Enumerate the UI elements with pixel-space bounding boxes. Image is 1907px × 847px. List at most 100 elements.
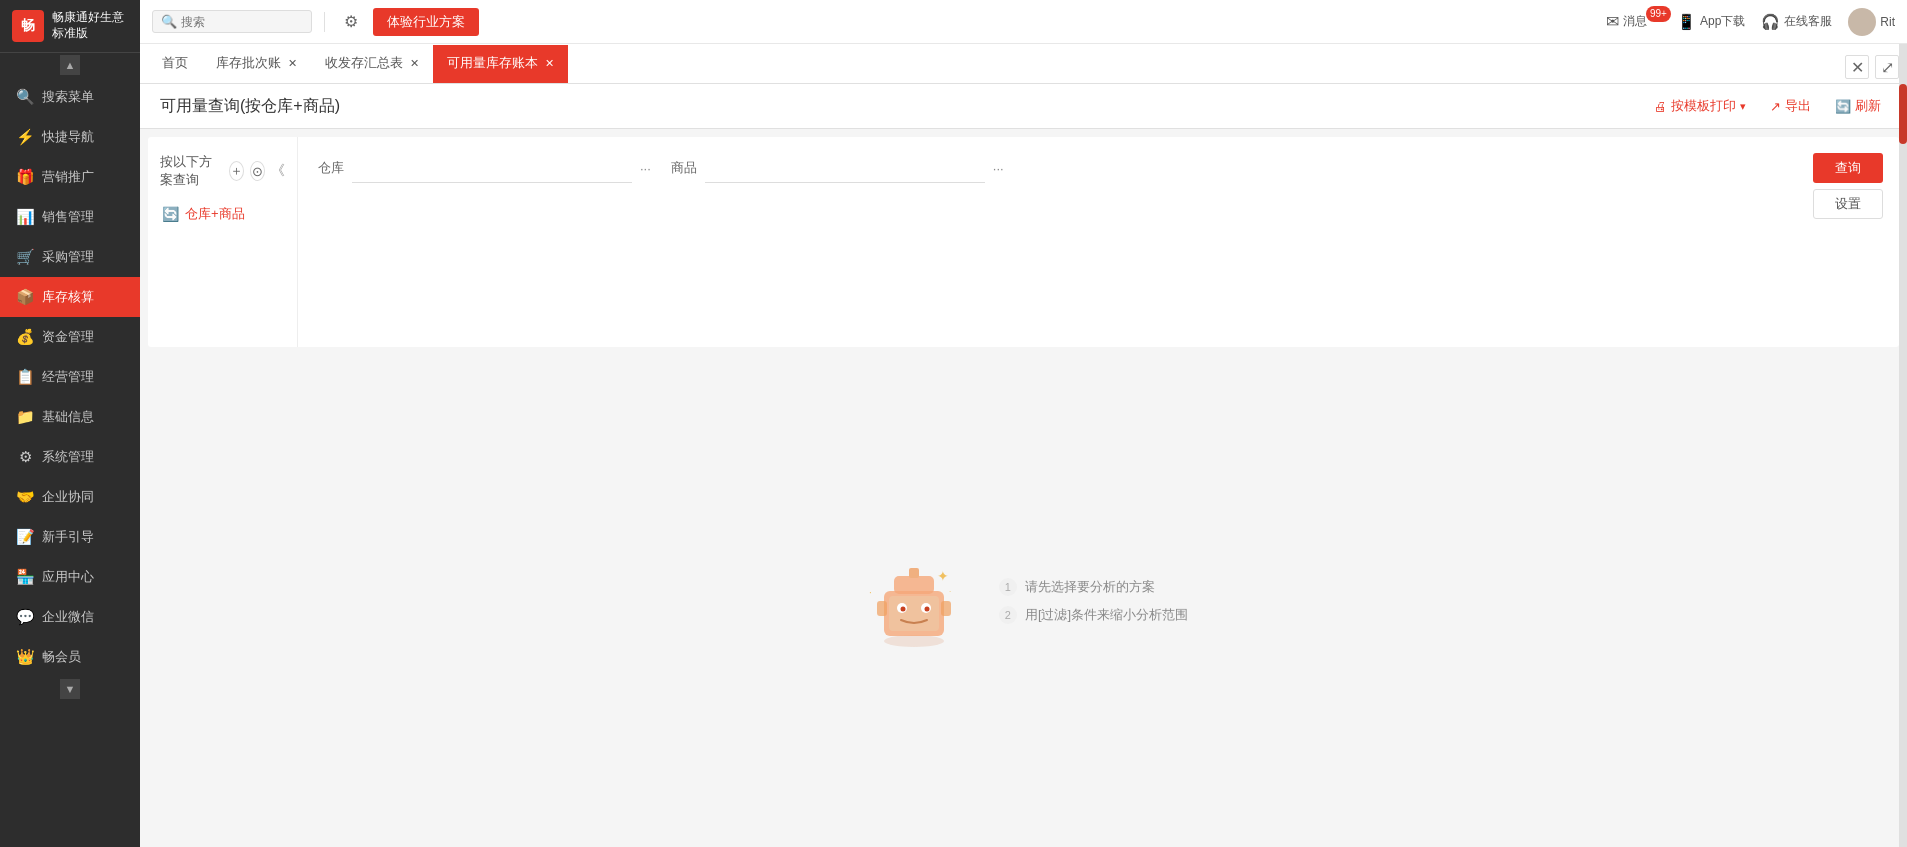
sidebar-header: 畅 畅康通好生意 标准版	[0, 0, 140, 53]
page-content: 可用量查询(按仓库+商品) 🖨 按模板打印 ▾ ↗ 导出 🔄 刷新	[140, 84, 1907, 847]
sales-icon: 📊	[16, 208, 34, 226]
sidebar-item-label: 系统管理	[42, 448, 94, 466]
sidebar-item-enterprise[interactable]: 🤝 企业协同	[0, 477, 140, 517]
print-icon: 🖨	[1654, 99, 1667, 114]
sidebar-item-shortcut[interactable]: ⚡ 快捷导航	[0, 117, 140, 157]
query-plan-item-warehouse-goods[interactable]: 🔄 仓库+商品	[148, 197, 297, 231]
empty-state: ✦ · · 1 请先选择要分析的方案 2 用[过滤]条件来缩小分析范围	[140, 355, 1907, 847]
tab-batch[interactable]: 库存批次账 ✕	[202, 45, 311, 83]
avatar	[1848, 8, 1876, 36]
filter-area: 仓库 ··· 商品 ···	[298, 137, 1797, 347]
operations-icon: 📋	[16, 368, 34, 386]
close-tab-button[interactable]: ✕	[1845, 55, 1869, 79]
enterprise-icon: 🤝	[16, 488, 34, 506]
sidebar-item-operations[interactable]: 📋 经营管理	[0, 357, 140, 397]
tab-summary-close[interactable]: ✕	[410, 58, 419, 69]
svg-point-5	[900, 607, 905, 612]
app-download-label: App下载	[1700, 13, 1745, 30]
sidebar-nav: ▲ 🔍 搜索菜单 ⚡ 快捷导航 🎁 营销推广 📊 销售管理 🛒 采购管理 📦 库…	[0, 53, 140, 847]
tab-home[interactable]: 首页	[148, 45, 202, 83]
warehouse-filter-label: 仓库	[318, 159, 344, 177]
export-icon: ↗	[1770, 99, 1781, 114]
svg-rect-10	[909, 568, 919, 578]
sidebar-item-label: 销售管理	[42, 208, 94, 226]
user-name: Rit	[1880, 15, 1895, 29]
refresh-button[interactable]: 🔄 刷新	[1829, 94, 1887, 118]
sidebar-item-appstore[interactable]: 🏪 应用中心	[0, 557, 140, 597]
sidebar-item-basics[interactable]: 📁 基础信息	[0, 397, 140, 437]
page-actions: 🖨 按模板打印 ▾ ↗ 导出 🔄 刷新	[1648, 94, 1887, 118]
print-button[interactable]: 🖨 按模板打印 ▾	[1648, 94, 1752, 118]
query-plan-label: 仓库+商品	[185, 205, 245, 223]
tab-home-label: 首页	[162, 54, 188, 72]
sidebar-title-block: 畅康通好生意 标准版	[52, 10, 124, 41]
print-dropdown-icon: ▾	[1740, 100, 1746, 113]
export-label: 导出	[1785, 97, 1811, 115]
message-icon: ✉	[1606, 12, 1619, 31]
svg-rect-9	[894, 576, 934, 594]
plan-settings-button[interactable]: ⊙	[250, 161, 265, 181]
sidebar-item-label: 搜索菜单	[42, 88, 94, 106]
collapse-sidebar-button[interactable]: 《	[271, 162, 285, 180]
message-button[interactable]: ✉ 消息 99+	[1606, 12, 1661, 31]
goods-filter-more[interactable]: ···	[993, 161, 1004, 176]
tab-summary-label: 收发存汇总表	[325, 54, 403, 72]
online-service-button[interactable]: 🎧 在线客服	[1761, 13, 1832, 31]
tab-batch-close[interactable]: ✕	[288, 58, 297, 69]
refresh-label: 刷新	[1855, 97, 1881, 115]
topbar: 🔍 ⚙ 体验行业方案 ✉ 消息 99+ 📱 App下载 🎧 在线客服 Rit	[140, 0, 1907, 44]
svg-point-6	[924, 607, 929, 612]
sidebar-item-wechat[interactable]: 💬 企业微信	[0, 597, 140, 637]
sidebar-item-label: 新手引导	[42, 528, 94, 546]
sidebar-item-sales[interactable]: 📊 销售管理	[0, 197, 140, 237]
sidebar-item-inventory[interactable]: 📦 库存核算	[0, 277, 140, 317]
right-scrollbar[interactable]	[1899, 44, 1907, 847]
goods-filter-label: 商品	[671, 159, 697, 177]
svg-rect-8	[941, 601, 951, 616]
warehouse-filter-input[interactable]	[352, 153, 632, 183]
basics-icon: 📁	[16, 408, 34, 426]
industry-solution-button[interactable]: 体验行业方案	[373, 8, 479, 36]
phone-icon: 📱	[1677, 13, 1696, 31]
query-plan-sidebar: 按以下方案查询 ＋ ⊙ 《 🔄 仓库+商品	[148, 137, 298, 347]
user-avatar-button[interactable]: Rit	[1848, 8, 1895, 36]
sidebar-item-finance[interactable]: 💰 资金管理	[0, 317, 140, 357]
search-input[interactable]	[181, 15, 301, 29]
finance-icon: 💰	[16, 328, 34, 346]
shortcut-icon: ⚡	[16, 128, 34, 146]
app-logo: 畅	[12, 10, 44, 42]
warehouse-filter-more[interactable]: ···	[640, 161, 651, 176]
search-icon: 🔍	[161, 14, 177, 29]
query-sidebar-header: 按以下方案查询 ＋ ⊙ 《	[148, 149, 297, 197]
goods-filter-input[interactable]	[705, 153, 985, 183]
sidebar-item-marketing[interactable]: 🎁 营销推广	[0, 157, 140, 197]
inventory-icon: 📦	[16, 288, 34, 306]
scrollbar-thumb[interactable]	[1899, 84, 1907, 144]
filter-field-warehouse: 仓库 ···	[318, 153, 651, 183]
scroll-down-btn[interactable]: ▼	[60, 679, 80, 699]
empty-hint-2: 2 用[过滤]条件来缩小分析范围	[999, 606, 1188, 624]
sidebar-item-system[interactable]: ⚙ 系统管理	[0, 437, 140, 477]
tab-available-close[interactable]: ✕	[545, 58, 554, 69]
app-download-button[interactable]: 📱 App下载	[1677, 13, 1745, 31]
fullscreen-tab-button[interactable]: ⤢	[1875, 55, 1899, 79]
sidebar-item-purchase[interactable]: 🛒 采购管理	[0, 237, 140, 277]
page-title: 可用量查询(按仓库+商品)	[160, 96, 340, 117]
settings-icon[interactable]: ⚙	[337, 8, 365, 36]
sidebar-item-label: 企业协同	[42, 488, 94, 506]
settings-button[interactable]: 设置	[1813, 189, 1883, 219]
topbar-search-box[interactable]: 🔍	[152, 10, 312, 33]
sidebar-item-label: 应用中心	[42, 568, 94, 586]
search-menu-icon: 🔍	[16, 88, 34, 106]
tab-available[interactable]: 可用量库存账本 ✕	[433, 45, 568, 83]
export-button[interactable]: ↗ 导出	[1764, 94, 1817, 118]
sidebar-item-guide[interactable]: 📝 新手引导	[0, 517, 140, 557]
query-button[interactable]: 查询	[1813, 153, 1883, 183]
add-plan-button[interactable]: ＋	[229, 161, 244, 181]
scroll-up-btn[interactable]: ▲	[60, 55, 80, 75]
tabs-right-controls: ✕ ⤢	[1845, 55, 1899, 83]
sidebar-item-member[interactable]: 👑 畅会员	[0, 637, 140, 677]
sidebar-item-search[interactable]: 🔍 搜索菜单	[0, 77, 140, 117]
tab-summary[interactable]: 收发存汇总表 ✕	[311, 45, 433, 83]
message-badge: 99+	[1646, 6, 1671, 22]
